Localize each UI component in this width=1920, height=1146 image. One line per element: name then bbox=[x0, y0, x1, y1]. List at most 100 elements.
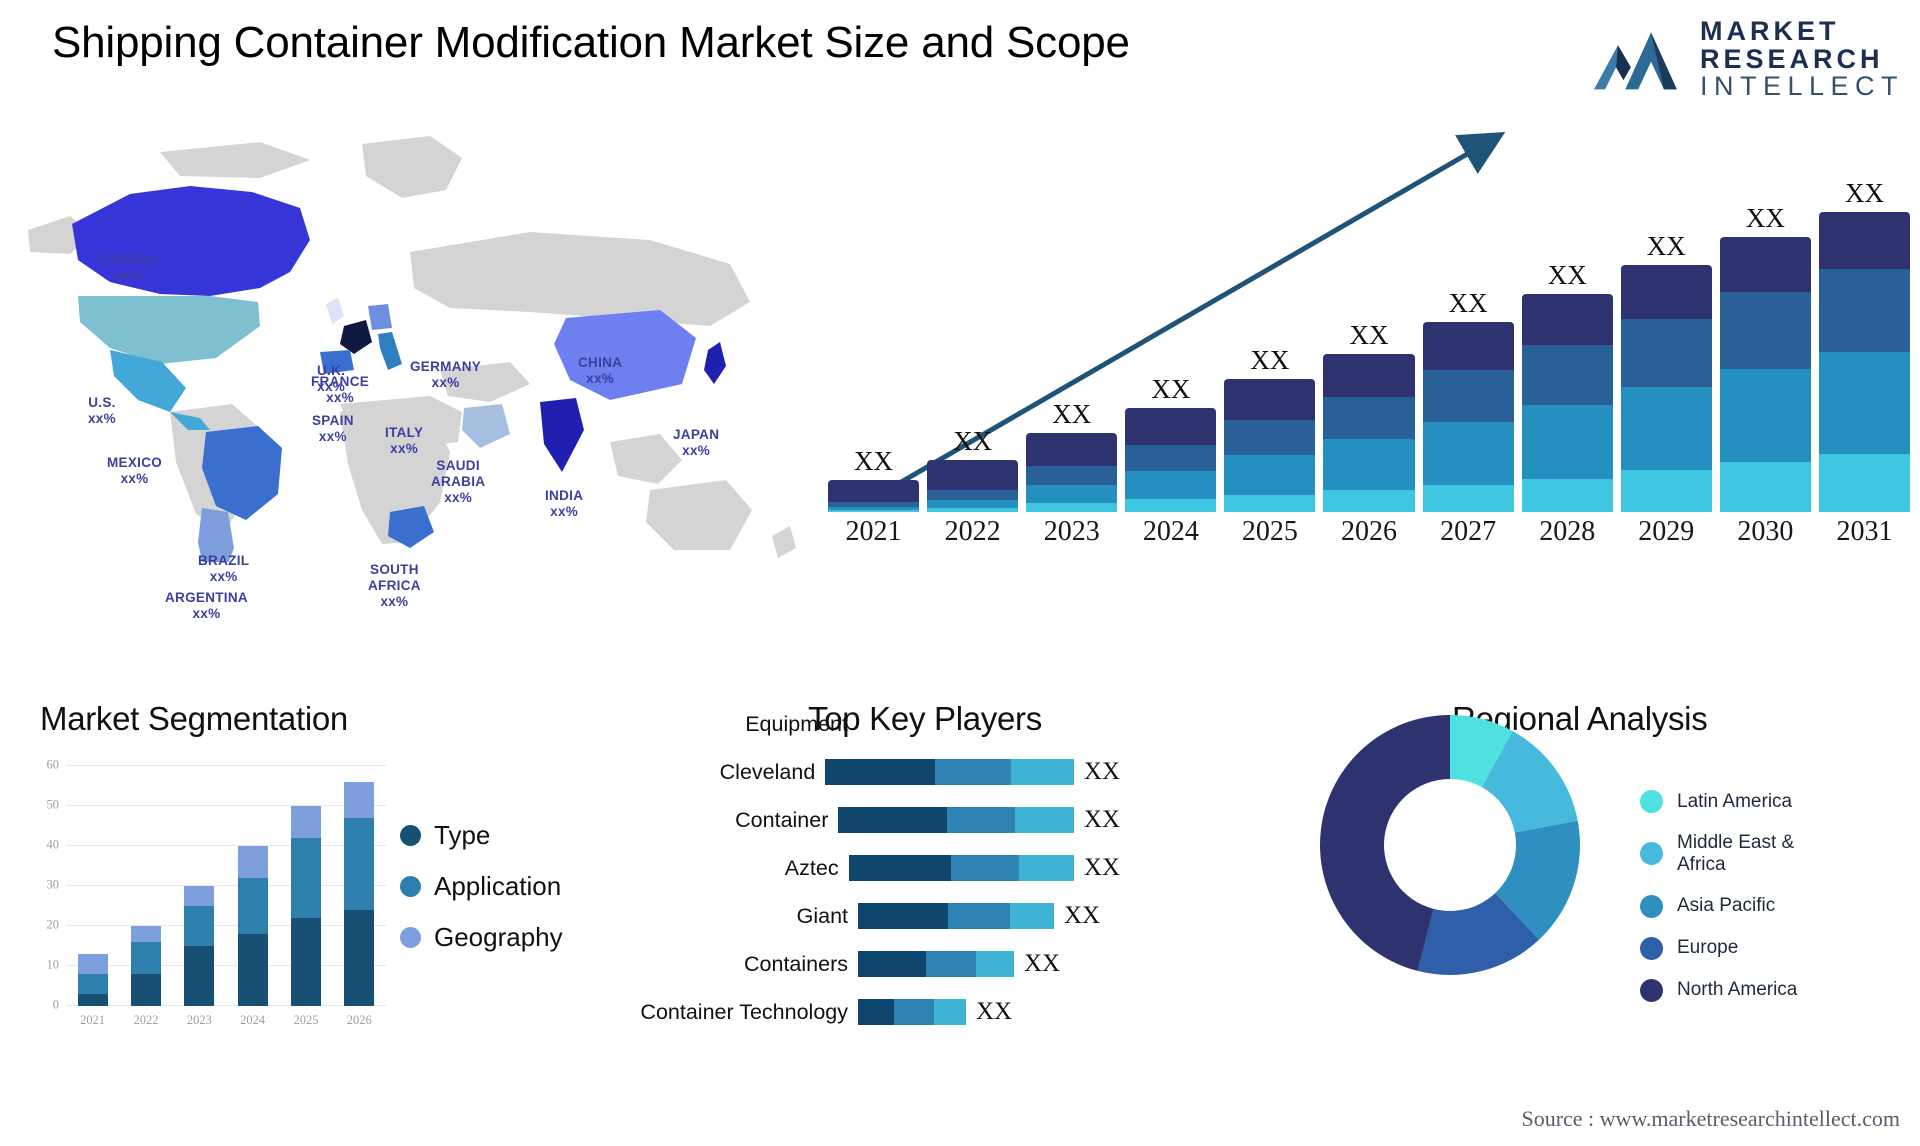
map-label-france: FRANCE xx% bbox=[311, 374, 370, 405]
map-label-mexico: MEXICO xx% bbox=[107, 455, 163, 486]
legend-swatch bbox=[1640, 790, 1663, 813]
player-name: Container Technology bbox=[640, 999, 848, 1024]
player-bar-segment bbox=[825, 759, 935, 785]
player-bar-segment bbox=[1015, 807, 1074, 833]
map-label-canada: CANADA xx% bbox=[98, 252, 159, 283]
x-axis-tick-label: 2026 bbox=[346, 1013, 372, 1027]
legend-label: Application bbox=[434, 871, 562, 901]
map-label-germany: GERMANY xx% bbox=[410, 359, 482, 390]
region-legend-item: Asia Pacific bbox=[1640, 894, 1827, 918]
map-label-japan: JAPAN xx% bbox=[673, 427, 720, 458]
legend-swatch bbox=[400, 876, 421, 897]
growth-bar-segment bbox=[1620, 470, 1712, 512]
growth-bar-segment bbox=[1125, 471, 1217, 500]
player-bar-segment bbox=[934, 759, 1011, 785]
growth-bar-segment bbox=[1422, 485, 1514, 512]
growth-bar-column: XX bbox=[1026, 399, 1118, 512]
growth-bar-value: XX bbox=[854, 446, 894, 477]
map-country-italy bbox=[378, 332, 402, 370]
growth-bar-segment bbox=[1422, 370, 1514, 422]
growth-bar-column: XX bbox=[1818, 178, 1911, 512]
growth-bar-column: XX bbox=[1125, 374, 1217, 512]
growth-bar-segment bbox=[1026, 484, 1118, 503]
growth-bar-segment bbox=[1323, 438, 1415, 491]
legend-label: Geography bbox=[434, 922, 563, 952]
growth-year-label: 2028 bbox=[1539, 516, 1596, 547]
legend-swatch bbox=[1640, 978, 1663, 1002]
logo-wordmark: MARKET RESEARCH INTELLECT bbox=[1699, 16, 1904, 101]
growth-bar bbox=[1224, 378, 1316, 512]
segmentation-bar-segment bbox=[237, 934, 268, 1006]
growth-bar bbox=[1323, 353, 1415, 512]
growth-year-label: 2024 bbox=[1142, 516, 1199, 547]
player-value: XX bbox=[1024, 950, 1061, 977]
world-map-svg bbox=[28, 136, 796, 584]
growth-bar-value: XX bbox=[953, 426, 993, 457]
growth-bar-segment bbox=[1719, 292, 1811, 369]
legend-label: Europe bbox=[1677, 937, 1739, 959]
region-legend-item: Middle East & Africa bbox=[1640, 832, 1827, 876]
segmentation-bar bbox=[344, 766, 375, 1006]
growth-bar-segment bbox=[1521, 478, 1613, 512]
y-axis-tick-label: 20 bbox=[46, 917, 60, 932]
page-title: Shipping Container Modification Market S… bbox=[52, 18, 1130, 67]
y-axis-tick-label: 60 bbox=[46, 757, 60, 772]
legend-label: Asia Pacific bbox=[1677, 895, 1776, 917]
map-label-spain: SPAIN xx% bbox=[312, 413, 354, 444]
world-map: CANADA xx% U.S. xx% MEXICO xx% BRAZIL xx% AR… bbox=[10, 112, 820, 621]
growth-bar-segment bbox=[1224, 455, 1316, 496]
growth-bar-segment bbox=[1620, 387, 1712, 471]
growth-bar-segment bbox=[1620, 318, 1712, 387]
segmentation-bar-segment bbox=[130, 974, 161, 1006]
growth-bar-segment bbox=[1818, 268, 1911, 352]
growth-bar-segment bbox=[828, 480, 920, 502]
region-legend-item: Latin America bbox=[1640, 790, 1827, 813]
segmentation-bar-segment bbox=[290, 918, 321, 1006]
growth-year-label: 2031 bbox=[1836, 516, 1893, 547]
map-label-saudi-arabia: SAUDI ARABIA xx% bbox=[431, 458, 486, 505]
player-value: XX bbox=[976, 998, 1013, 1025]
market-segmentation-x-axis: 2021 2022 2023 2024 2025 2026 bbox=[66, 1013, 386, 1028]
segmentation-bar bbox=[237, 766, 268, 1006]
growth-bar-segment bbox=[1224, 420, 1316, 456]
growth-year-label: 2029 bbox=[1638, 516, 1695, 547]
y-axis-tick-label: 30 bbox=[46, 877, 60, 892]
y-axis-tick-label: 40 bbox=[46, 837, 60, 852]
growth-bar-column: XX bbox=[828, 446, 920, 512]
player-bar-segment bbox=[926, 951, 976, 977]
player-row: Containers XX bbox=[640, 940, 1120, 988]
growth-bar-segment bbox=[1026, 466, 1118, 485]
growth-bar-segment bbox=[1323, 397, 1415, 439]
player-bar bbox=[838, 807, 1074, 833]
growth-year-label: 2021 bbox=[845, 516, 902, 547]
infographic-page: Shipping Container Modification Market S… bbox=[0, 0, 1920, 1146]
growth-year-label: 2023 bbox=[1043, 516, 1100, 547]
growth-bar-segment bbox=[1422, 322, 1514, 371]
growth-bar-segment bbox=[828, 510, 920, 512]
growth-year-label: 2025 bbox=[1241, 516, 1298, 547]
growth-bar-value: XX bbox=[1448, 288, 1488, 318]
logo-line-1: MARKET bbox=[1699, 16, 1840, 46]
segmentation-bar bbox=[184, 766, 215, 1006]
growth-bar-column: XX bbox=[1521, 260, 1613, 512]
player-bar bbox=[858, 951, 1014, 977]
legend-swatch bbox=[1640, 842, 1663, 866]
map-country-france bbox=[340, 320, 372, 354]
growth-bar-segment bbox=[927, 460, 1019, 491]
region-legend-item: Europe bbox=[1640, 936, 1827, 960]
growth-year-label: 2027 bbox=[1440, 516, 1497, 547]
legend-item: Type bbox=[400, 820, 563, 851]
x-axis-tick-label: 2024 bbox=[240, 1013, 266, 1027]
growth-bar-segment bbox=[927, 490, 1019, 501]
segmentation-bar-segment bbox=[130, 942, 161, 974]
growth-bar-segment bbox=[1719, 237, 1811, 292]
player-bar bbox=[825, 759, 1074, 785]
legend-label: Type bbox=[434, 820, 491, 850]
segmentation-bar-segment bbox=[77, 994, 108, 1006]
player-bar-segment bbox=[947, 807, 1016, 833]
player-bar-segment bbox=[858, 951, 926, 977]
legend-item: Application bbox=[400, 871, 563, 902]
segmentation-bar-segment bbox=[237, 878, 268, 934]
market-segmentation-title: Market Segmentation bbox=[40, 700, 348, 737]
growth-bars: XX XX XX XX XX XX XX XX XX XX XX bbox=[828, 172, 1911, 512]
